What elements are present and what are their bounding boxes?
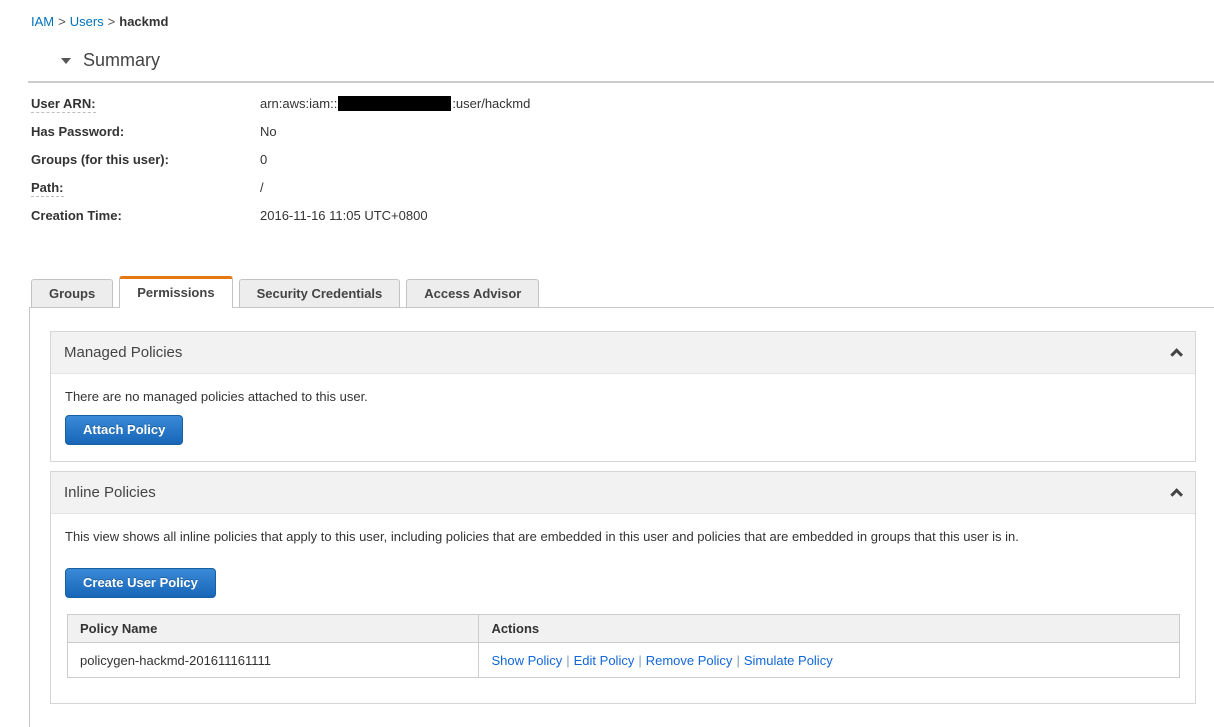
summary-fields: User ARN: arn:aws:iam:::user/hackmdHas Pa…	[0, 83, 1214, 229]
inline-policies-body: This view shows all inline policies that…	[51, 514, 1195, 703]
field-label-user-arn: User ARN:	[31, 95, 260, 113]
field-value-creation-time: 2016-11-16 11:05 UTC+0800	[260, 207, 428, 223]
summary-title: Summary	[83, 50, 161, 70]
iam-user-detail-page: { "breadcrumb": { "separator": ">", "ite…	[0, 0, 1214, 727]
chevron-up-icon[interactable]	[1170, 488, 1183, 501]
field-label-text: Path:	[31, 179, 64, 197]
policy-table-body: policygen-hackmd-201611161111 Show Policy…	[68, 642, 1180, 678]
field-label-text: Has Password:	[31, 123, 125, 139]
summary-field-row: User ARN: arn:aws:iam:::user/hackmd	[31, 89, 1214, 117]
remove-policy-link[interactable]: Remove Policy	[646, 653, 733, 668]
summary-collapse-triangle-icon[interactable]	[61, 57, 71, 64]
chevron-up-icon[interactable]	[1170, 348, 1183, 361]
summary-section-header: Summary	[28, 50, 1214, 83]
column-header-policy-name: Policy Name	[67, 614, 479, 643]
column-header-actions: Actions	[478, 614, 1180, 643]
managed-policies-title: Managed Policies	[64, 344, 183, 361]
policy-actions-cell: Show Policy | Edit Policy | Remove Policy | Si…	[478, 642, 1180, 678]
field-value-path: /	[260, 179, 264, 195]
inline-policies-section: Inline Policies This view shows all inli…	[50, 471, 1196, 704]
inline-policies-description: This view shows all inline policies that…	[65, 529, 1019, 544]
breadcrumb-separator: >	[107, 14, 116, 29]
field-label-path: Path:	[31, 179, 260, 197]
field-label-has-password: Has Password:	[31, 124, 260, 139]
redacted-account-id	[338, 95, 452, 111]
field-value-groups-for-this-user: 0	[260, 151, 268, 167]
summary-field-row: Path: /	[31, 173, 1214, 201]
policy-table-head-row: Policy Name Actions	[67, 614, 1180, 643]
breadcrumb-item-users[interactable]: Users	[70, 14, 104, 29]
breadcrumb: IAM > Users > hackmd	[0, 0, 1214, 29]
managed-policies-body: There are no managed policies attached t…	[51, 374, 1195, 461]
tab-permissions[interactable]: Permissions	[119, 276, 233, 308]
create-user-policy-button[interactable]: Create User Policy	[65, 568, 216, 598]
permissions-tab-panel: Managed Policies There are no managed po…	[29, 307, 1214, 727]
inline-policy-table: Policy Name Actions policygen-hackmd-2016…	[67, 614, 1180, 678]
breadcrumb-item-iam[interactable]: IAM	[31, 14, 54, 29]
table-row: policygen-hackmd-201611161111 Show Policy…	[68, 642, 1180, 678]
field-label-text: User ARN:	[31, 95, 96, 113]
field-label-text: Creation Time:	[31, 207, 122, 223]
field-label-text: Groups (for this user):	[31, 151, 169, 167]
field-value-user-arn: arn:aws:iam:::user/hackmd	[260, 95, 531, 111]
summary-field-row: Has Password: No	[31, 117, 1214, 145]
show-policy-link[interactable]: Show Policy	[491, 653, 562, 668]
inline-policies-title: Inline Policies	[64, 484, 156, 501]
tab-bar: Groups Permissions Security Credentials Acc…	[31, 276, 1214, 308]
edit-policy-link[interactable]: Edit Policy	[574, 653, 635, 668]
breadcrumb-item-hackmd: hackmd	[119, 14, 169, 29]
action-separator: |	[566, 652, 570, 668]
inline-policies-header[interactable]: Inline Policies	[51, 472, 1195, 514]
field-label-creation-time: Creation Time:	[31, 208, 260, 223]
action-separator: |	[736, 652, 740, 668]
field-value-has-password: No	[260, 123, 277, 139]
managed-policies-header[interactable]: Managed Policies	[51, 332, 1195, 374]
tab-access-advisor[interactable]: Access Advisor	[406, 279, 540, 308]
policy-name-cell: policygen-hackmd-201611161111	[80, 652, 272, 668]
action-separator: |	[638, 652, 642, 668]
summary-field-row: Creation Time: 2016-11-16 11:05 UTC+0800	[31, 201, 1214, 229]
simulate-policy-link[interactable]: Simulate Policy	[744, 653, 833, 668]
breadcrumb-separator: >	[58, 14, 66, 29]
managed-policies-section: Managed Policies There are no managed po…	[50, 331, 1196, 462]
tab-security-credentials[interactable]: Security Credentials	[238, 279, 401, 308]
managed-policies-empty-message: There are no managed policies attached t…	[65, 389, 368, 404]
field-label-groups-for-this-user: Groups (for this user):	[31, 152, 260, 167]
summary-field-row: Groups (for this user): 0	[31, 145, 1214, 173]
tab-groups[interactable]: Groups	[31, 279, 114, 308]
attach-policy-button[interactable]: Attach Policy	[65, 415, 184, 445]
